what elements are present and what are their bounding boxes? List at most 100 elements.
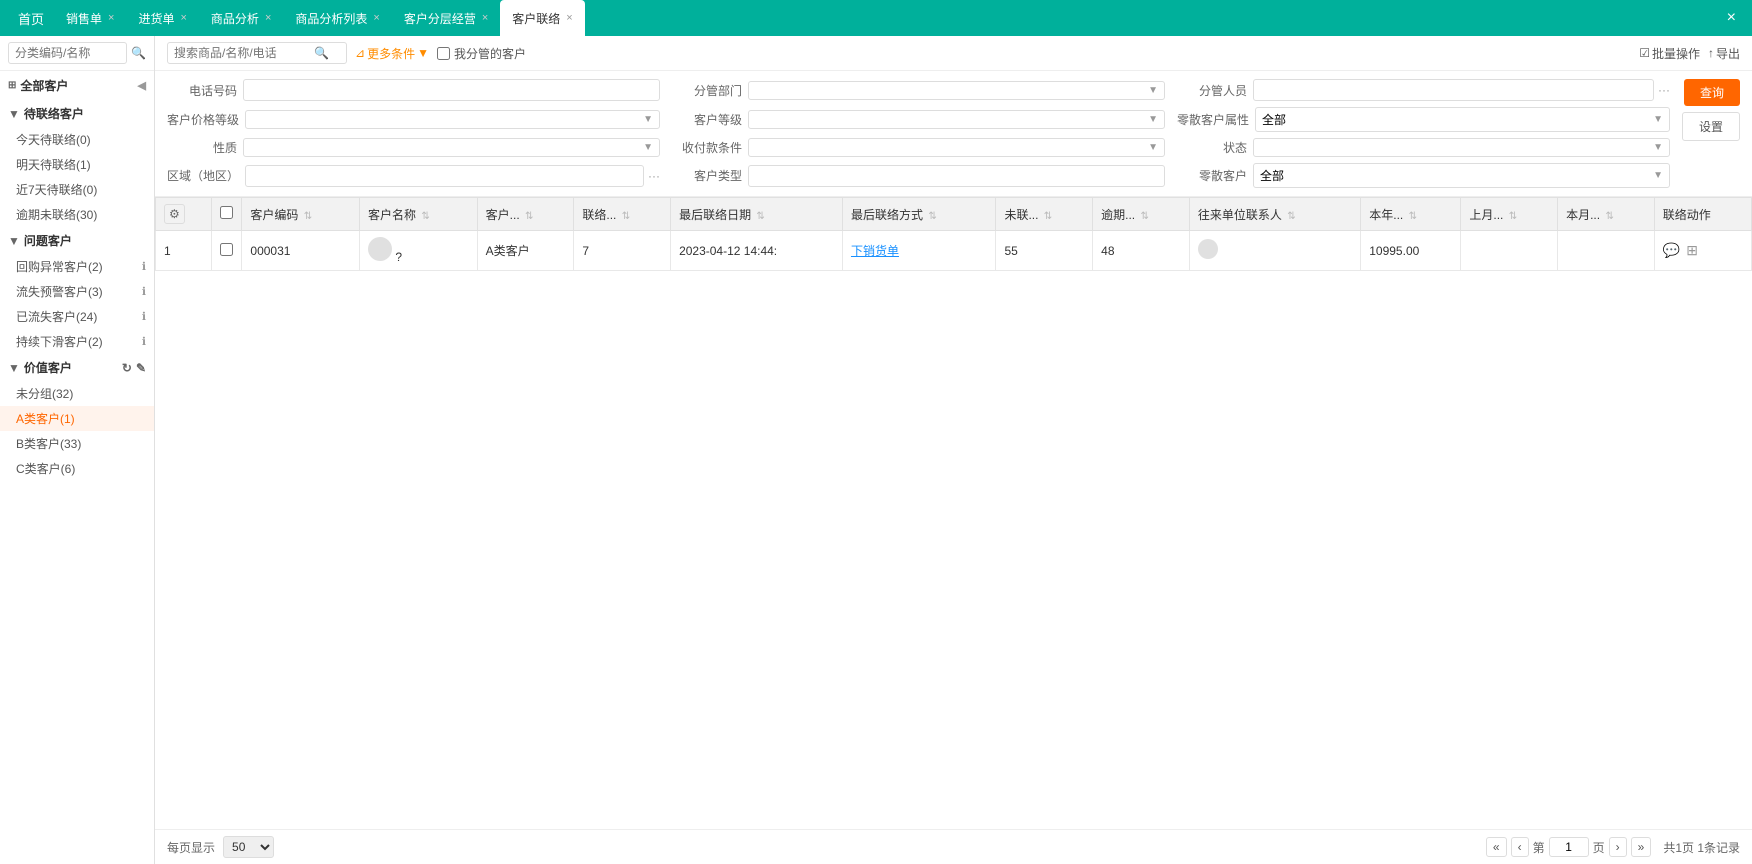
sidebar-item-tomorrow[interactable]: 明天待联络(1) — [0, 152, 154, 177]
sort-icon-uncontacted[interactable]: ⇅ — [1044, 211, 1052, 222]
filter-search-input[interactable] — [174, 46, 314, 60]
settings-button[interactable]: 设置 — [1682, 112, 1740, 141]
nav-home[interactable]: 首页 — [8, 0, 54, 36]
nav-tab-customer-segment[interactable]: 客户分层经营 × — [392, 0, 500, 36]
nav-tab-sales[interactable]: 销售单 × — [54, 0, 126, 36]
sidebar-all-customers[interactable]: ⊞ 全部客户 ◀ — [0, 71, 154, 100]
close-tab-sales[interactable]: × — [108, 12, 114, 24]
sort-icon-overdue[interactable]: ⇅ — [1141, 211, 1149, 222]
refresh-icon[interactable]: ↻ — [122, 361, 132, 375]
export-icon: ↑ — [1708, 46, 1714, 60]
sort-icon-code[interactable]: ⇅ — [304, 211, 312, 222]
gear-settings-btn[interactable]: ⚙ — [164, 204, 185, 224]
sidebar-pending-header: ▼ 待联络客户 — [0, 100, 154, 127]
sort-icon-contact-person[interactable]: ⇅ — [1287, 211, 1295, 222]
last-page-btn[interactable]: » — [1631, 837, 1652, 857]
nav-tab-purchase[interactable]: 进货单 × — [126, 0, 198, 36]
export-btn[interactable]: ↑ 导出 — [1708, 45, 1740, 62]
person-input[interactable] — [1253, 79, 1654, 101]
chevron-down-icon: ▼ — [1148, 85, 1158, 96]
nav-tab-product-analysis[interactable]: 商品分析 × — [199, 0, 283, 36]
sidebar-item-churned[interactable]: 已流失客户(24) ℹ — [0, 304, 154, 329]
retail-attr-select[interactable]: 全部 ▼ — [1255, 107, 1670, 132]
status-select[interactable]: ▼ — [1253, 138, 1670, 157]
select-all-checkbox[interactable] — [220, 206, 233, 219]
sidebar-item-ungroup[interactable]: 未分组(32) — [0, 381, 154, 406]
next-page-btn[interactable]: › — [1609, 837, 1627, 857]
col-gear: ⚙ — [156, 198, 212, 231]
customer-level-select[interactable]: ▼ — [748, 110, 1165, 129]
query-button[interactable]: 查询 — [1684, 79, 1740, 106]
chevron-down-icon-3: ▼ — [1148, 114, 1158, 125]
person-dots-btn[interactable]: ··· — [1658, 83, 1670, 97]
chevron-down-icon-8: ▼ — [1653, 170, 1663, 181]
col-name: 客户名称 ⇅ — [360, 198, 478, 231]
row-last-method: 下销货单 — [842, 231, 995, 271]
sort-icon-year[interactable]: ⇅ — [1409, 211, 1417, 222]
page-size-select[interactable]: 50 20 100 — [223, 836, 274, 858]
col-actions: 联络动作 — [1654, 198, 1751, 231]
row-checkbox[interactable] — [220, 243, 233, 256]
close-tab-customer-segment[interactable]: × — [482, 12, 488, 24]
close-tab-product-analysis[interactable]: × — [265, 12, 271, 24]
sort-icon-this-month[interactable]: ⇅ — [1605, 211, 1613, 222]
nav-tab-customer-contact[interactable]: 客户联络 × — [500, 0, 584, 36]
sidebar-item-c-class[interactable]: C类客户(6) — [0, 456, 154, 481]
nature-select[interactable]: ▼ — [243, 138, 660, 157]
sidebar-item-today[interactable]: 今天待联络(0) — [0, 127, 154, 152]
sidebar-search-icon[interactable]: 🔍 — [131, 46, 146, 60]
sidebar-item-abnormal[interactable]: 回购异常客户(2) ℹ — [0, 254, 154, 279]
first-page-btn[interactable]: « — [1486, 837, 1507, 857]
col-type: 客户... ⇅ — [477, 198, 574, 231]
filter-right-actions: ☑ 批量操作 ↑ 导出 — [1639, 45, 1740, 62]
sort-icon-contact[interactable]: ⇅ — [622, 211, 630, 222]
info-icon-abnormal: ℹ — [142, 260, 146, 273]
sidebar-item-declining[interactable]: 持续下滑客户(2) ℹ — [0, 329, 154, 354]
sidebar-item-7days[interactable]: 近7天待联络(0) — [0, 177, 154, 202]
customer-type-input[interactable] — [748, 165, 1165, 187]
sidebar-item-churn-warning[interactable]: 流失预警客户(3) ℹ — [0, 279, 154, 304]
filter-person: 分管人员 ··· — [1177, 79, 1670, 101]
chat-icon[interactable]: 💬 — [1663, 242, 1680, 259]
sidebar-item-overdue[interactable]: 逾期未联络(30) — [0, 202, 154, 227]
area-dots-btn[interactable]: ··· — [648, 169, 660, 183]
price-level-select[interactable]: ▼ — [245, 110, 660, 129]
retail-select[interactable]: 全部 ▼ — [1253, 163, 1670, 188]
sidebar-item-b-class[interactable]: B类客户(33) — [0, 431, 154, 456]
last-contact-method-link[interactable]: 下销货单 — [851, 244, 899, 258]
payment-select[interactable]: ▼ — [748, 138, 1165, 157]
advanced-filter-panel: 电话号码 分管部门 ▼ 分管人员 — [155, 71, 1752, 197]
more-conditions-btn[interactable]: ⊿ 更多条件 ▼ — [355, 45, 429, 62]
close-tab-customer-contact[interactable]: × — [566, 12, 572, 24]
col-contact-person: 往来单位联系人 ⇅ — [1189, 198, 1360, 231]
page-number-input[interactable] — [1549, 837, 1589, 857]
sort-icon-name[interactable]: ⇅ — [421, 211, 429, 222]
sort-icon-last-date[interactable]: ⇅ — [756, 211, 764, 222]
batch-operation-btn[interactable]: ☑ 批量操作 — [1639, 45, 1700, 62]
row-this-month — [1558, 231, 1655, 271]
close-tab-purchase[interactable]: × — [180, 12, 186, 24]
close-tab-product-analysis-list[interactable]: × — [373, 12, 379, 24]
sort-icon-last-method[interactable]: ⇅ — [928, 211, 936, 222]
my-customers-checkbox[interactable]: 我分管的客户 — [437, 45, 526, 62]
sort-icon-type[interactable]: ⇅ — [525, 211, 533, 222]
nav-tab-product-analysis-list[interactable]: 商品分析列表 × — [283, 0, 391, 36]
filter-phone: 电话号码 — [167, 79, 660, 101]
filter-search-box[interactable]: 🔍 — [167, 42, 347, 64]
prev-page-btn[interactable]: ‹ — [1511, 837, 1529, 857]
sidebar-search-input[interactable] — [8, 42, 127, 64]
table-row: 1 000031 ? A类客户 7 2023-04-12 14:44: — [156, 231, 1752, 271]
col-year-amount: 本年... ⇅ — [1361, 198, 1461, 231]
edit-icon[interactable]: ✎ — [136, 361, 146, 375]
area-input[interactable] — [245, 165, 644, 187]
phone-input[interactable] — [243, 79, 660, 101]
my-customers-check[interactable] — [437, 47, 450, 60]
row-code: 000031 — [242, 231, 360, 271]
dept-select[interactable]: ▼ — [748, 81, 1165, 100]
search-icon: 🔍 — [314, 46, 329, 60]
close-all-btn[interactable]: × — [1719, 9, 1744, 27]
qrcode-icon[interactable]: ⊞ — [1686, 242, 1698, 259]
sort-icon-last-month[interactable]: ⇅ — [1509, 211, 1517, 222]
info-icon-declining: ℹ — [142, 335, 146, 348]
sidebar-item-a-class[interactable]: A类客户(1) — [0, 406, 154, 431]
